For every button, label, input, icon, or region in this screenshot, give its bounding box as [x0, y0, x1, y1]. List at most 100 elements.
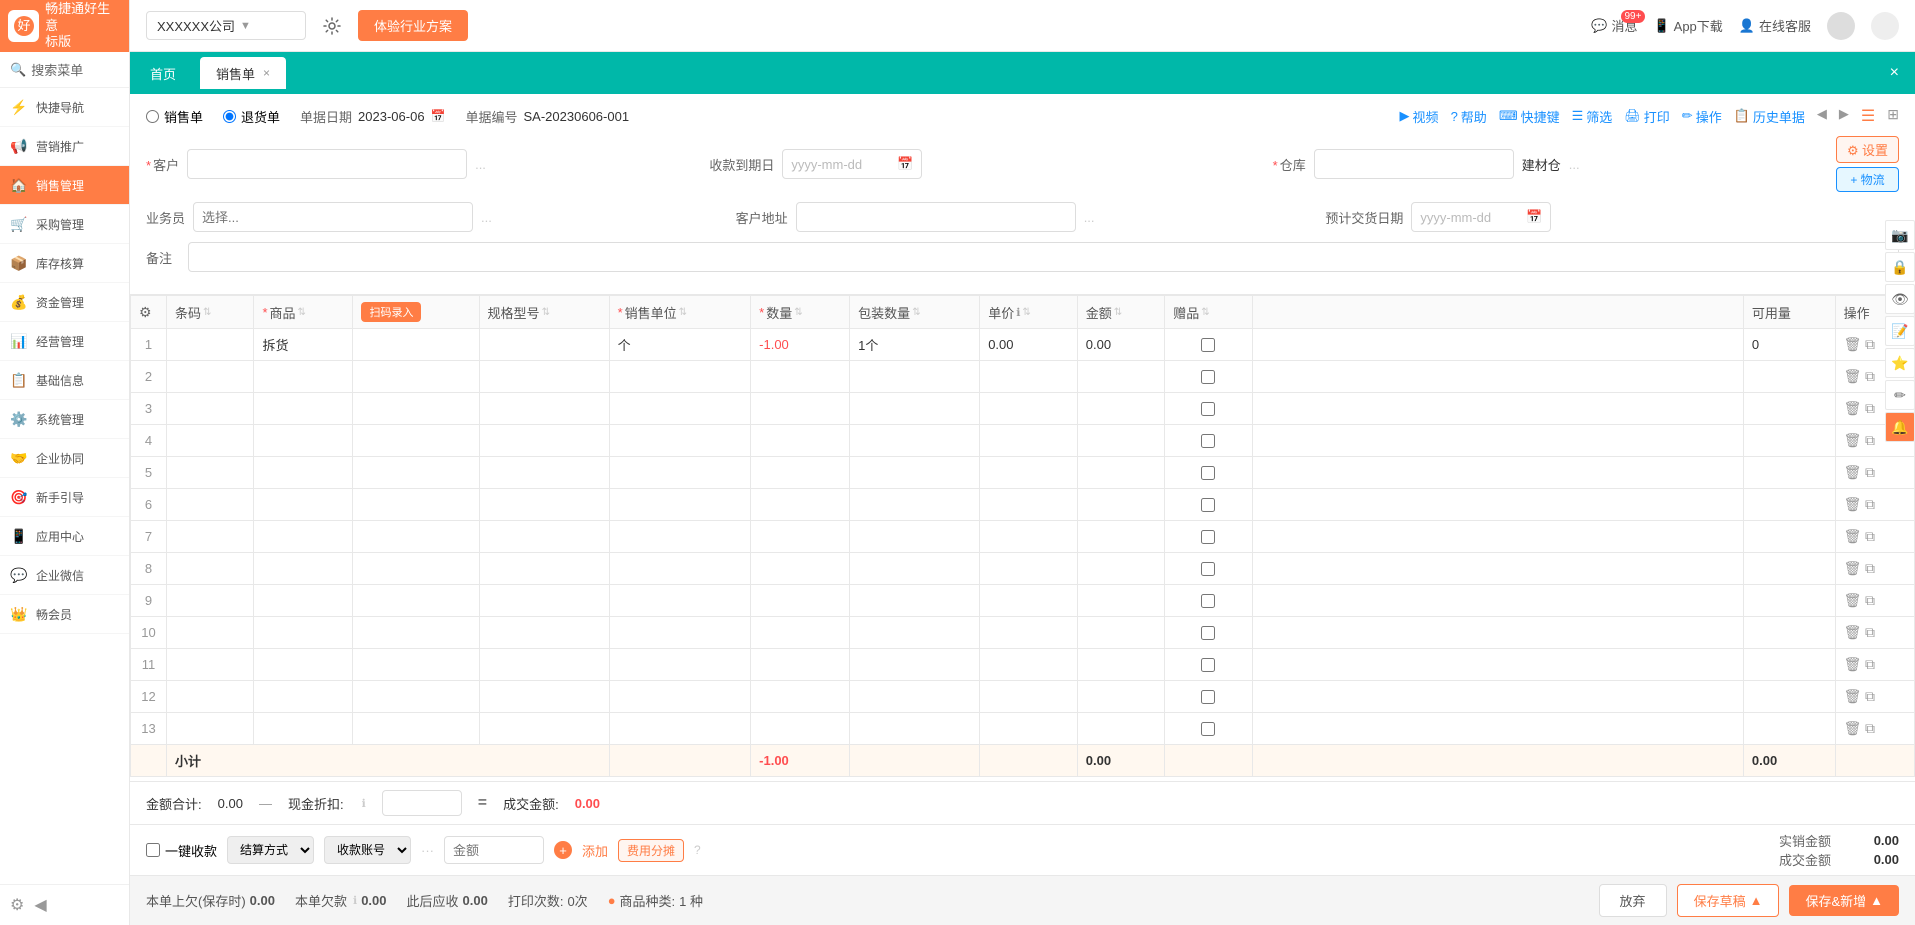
cell-pkg-qty[interactable] — [850, 649, 980, 681]
note-input[interactable] — [188, 242, 1899, 272]
radio-return[interactable]: 退货单 — [223, 107, 280, 126]
cell-gift[interactable] — [1165, 393, 1252, 425]
th-gear[interactable]: ⚙ — [131, 296, 167, 329]
online-service-button[interactable]: 👤 在线客服 — [1739, 16, 1811, 35]
cell-qty[interactable] — [751, 617, 850, 649]
cell-spec[interactable] — [479, 649, 609, 681]
cell-spec[interactable] — [479, 361, 609, 393]
customer-input[interactable] — [187, 149, 467, 179]
cell-qty[interactable] — [751, 713, 850, 745]
cell-barcode[interactable] — [167, 329, 254, 361]
cell-unit[interactable] — [609, 553, 751, 585]
expected-date-input[interactable]: yyyy-mm-dd 📅 — [1411, 202, 1551, 232]
cell-qty[interactable] — [751, 585, 850, 617]
sidebar-item-appcenter[interactable]: 📱 应用中心 — [0, 517, 129, 556]
float-lock-button[interactable]: 🔒 — [1885, 252, 1915, 282]
cell-pkg-qty[interactable] — [850, 585, 980, 617]
cell-gift[interactable] — [1165, 489, 1252, 521]
cell-memo[interactable] — [1252, 329, 1743, 361]
cell-spec[interactable] — [479, 681, 609, 713]
cell-product[interactable] — [254, 457, 353, 489]
cell-product[interactable] — [254, 681, 353, 713]
cell-unit-price[interactable] — [980, 521, 1078, 553]
cell-amount[interactable] — [1077, 681, 1164, 713]
calc-method-select[interactable]: 结算方式 — [227, 836, 314, 864]
sidebar-item-sales[interactable]: 🏠 销售管理 — [0, 166, 129, 205]
onepay-checkbox[interactable]: 一键收款 — [146, 841, 217, 860]
cell-memo[interactable] — [1252, 713, 1743, 745]
cell-pkg-qty[interactable] — [850, 521, 980, 553]
discount-input[interactable] — [382, 790, 462, 816]
cell-pkg-qty[interactable] — [850, 361, 980, 393]
cell-pkg-qty[interactable] — [850, 681, 980, 713]
cell-spec[interactable] — [479, 393, 609, 425]
cell-gift[interactable] — [1165, 425, 1252, 457]
header-settings-button[interactable] — [316, 10, 348, 42]
cell-barcode[interactable] — [167, 457, 254, 489]
print-link[interactable]: 🖨 打印 — [1624, 106, 1670, 126]
cell-amount[interactable] — [1077, 489, 1164, 521]
cell-product[interactable] — [254, 553, 353, 585]
cell-amount[interactable] — [1077, 713, 1164, 745]
cell-product[interactable] — [254, 617, 353, 649]
cell-gift[interactable] — [1165, 361, 1252, 393]
warehouse-dots[interactable]: ... — [1569, 157, 1580, 172]
cell-barcode[interactable] — [167, 553, 254, 585]
expected-date-calendar-icon[interactable]: 📅 — [1526, 209, 1542, 225]
cell-qty[interactable] — [751, 489, 850, 521]
video-link[interactable]: ▶ 视频 — [1400, 106, 1439, 126]
operation-link[interactable]: ✏ 操作 — [1682, 106, 1722, 126]
tab-bar-close-button[interactable]: × — [1874, 64, 1915, 82]
cell-pkg-qty[interactable] — [850, 393, 980, 425]
float-star-button[interactable]: ⭐ — [1885, 348, 1915, 378]
cell-product[interactable] — [254, 425, 353, 457]
cell-product[interactable] — [254, 649, 353, 681]
float-edit-button[interactable]: ✏ — [1885, 380, 1915, 410]
sidebar-item-newguide[interactable]: 🎯 新手引导 — [0, 478, 129, 517]
copy-btn[interactable]: ⧉ — [1865, 368, 1875, 385]
cell-product[interactable] — [254, 361, 353, 393]
cell-unit[interactable] — [609, 361, 751, 393]
sidebar-item-basic[interactable]: 📋 基础信息 — [0, 361, 129, 400]
due-date-calendar-icon[interactable]: 📅 — [897, 156, 913, 172]
cell-qty[interactable] — [751, 649, 850, 681]
cell-amount[interactable] — [1077, 457, 1164, 489]
sidebar-item-purchase[interactable]: 🛒 采购管理 — [0, 205, 129, 244]
discount-info-icon[interactable]: ℹ — [362, 797, 366, 810]
sidebar-item-enterprise[interactable]: 🤝 企业协同 — [0, 439, 129, 478]
add-button[interactable]: + — [554, 841, 572, 859]
cell-amount[interactable] — [1077, 585, 1164, 617]
abandon-button[interactable]: 放弃 — [1599, 884, 1667, 917]
customer-addr-dots[interactable]: ... — [1084, 210, 1095, 225]
cell-unit-price[interactable]: 0.00 — [980, 329, 1078, 361]
cell-unit-price[interactable] — [980, 553, 1078, 585]
copy-btn[interactable]: ⧉ — [1865, 624, 1875, 641]
cell-unit-price[interactable] — [980, 617, 1078, 649]
cell-unit-price[interactable] — [980, 489, 1078, 521]
cell-barcode[interactable] — [167, 713, 254, 745]
cell-amount[interactable] — [1077, 393, 1164, 425]
cell-qty[interactable]: -1.00 — [751, 329, 850, 361]
cell-product[interactable] — [254, 393, 353, 425]
sidebar-item-system[interactable]: ⚙️ 系统管理 — [0, 400, 129, 439]
cell-amount[interactable] — [1077, 617, 1164, 649]
copy-btn[interactable]: ⧉ — [1865, 432, 1875, 449]
sidebar-item-member[interactable]: 👑 畅会员 — [0, 595, 129, 634]
cell-product[interactable]: 拆货 — [254, 329, 353, 361]
tab-sales-order[interactable]: 销售单 × — [200, 57, 286, 89]
message-button[interactable]: 💬 消息 99+ — [1591, 16, 1637, 35]
cell-memo[interactable] — [1252, 585, 1743, 617]
nav-next-icon[interactable]: ▶ — [1839, 106, 1849, 126]
salesperson-input[interactable] — [193, 202, 473, 232]
amount-input[interactable] — [444, 836, 544, 864]
avatar[interactable] — [1827, 12, 1855, 40]
cell-barcode[interactable] — [167, 489, 254, 521]
cell-memo[interactable] — [1252, 361, 1743, 393]
payment-help-icon[interactable]: ? — [694, 843, 701, 857]
shortcut-link[interactable]: ⌨ 快捷键 — [1499, 106, 1560, 126]
sidebar-item-business[interactable]: 📊 经营管理 — [0, 322, 129, 361]
cell-unit[interactable] — [609, 713, 751, 745]
delete-btn[interactable]: 🗑 — [1844, 528, 1862, 545]
cell-qty[interactable] — [751, 393, 850, 425]
float-eye-button[interactable]: 👁 — [1885, 284, 1915, 314]
